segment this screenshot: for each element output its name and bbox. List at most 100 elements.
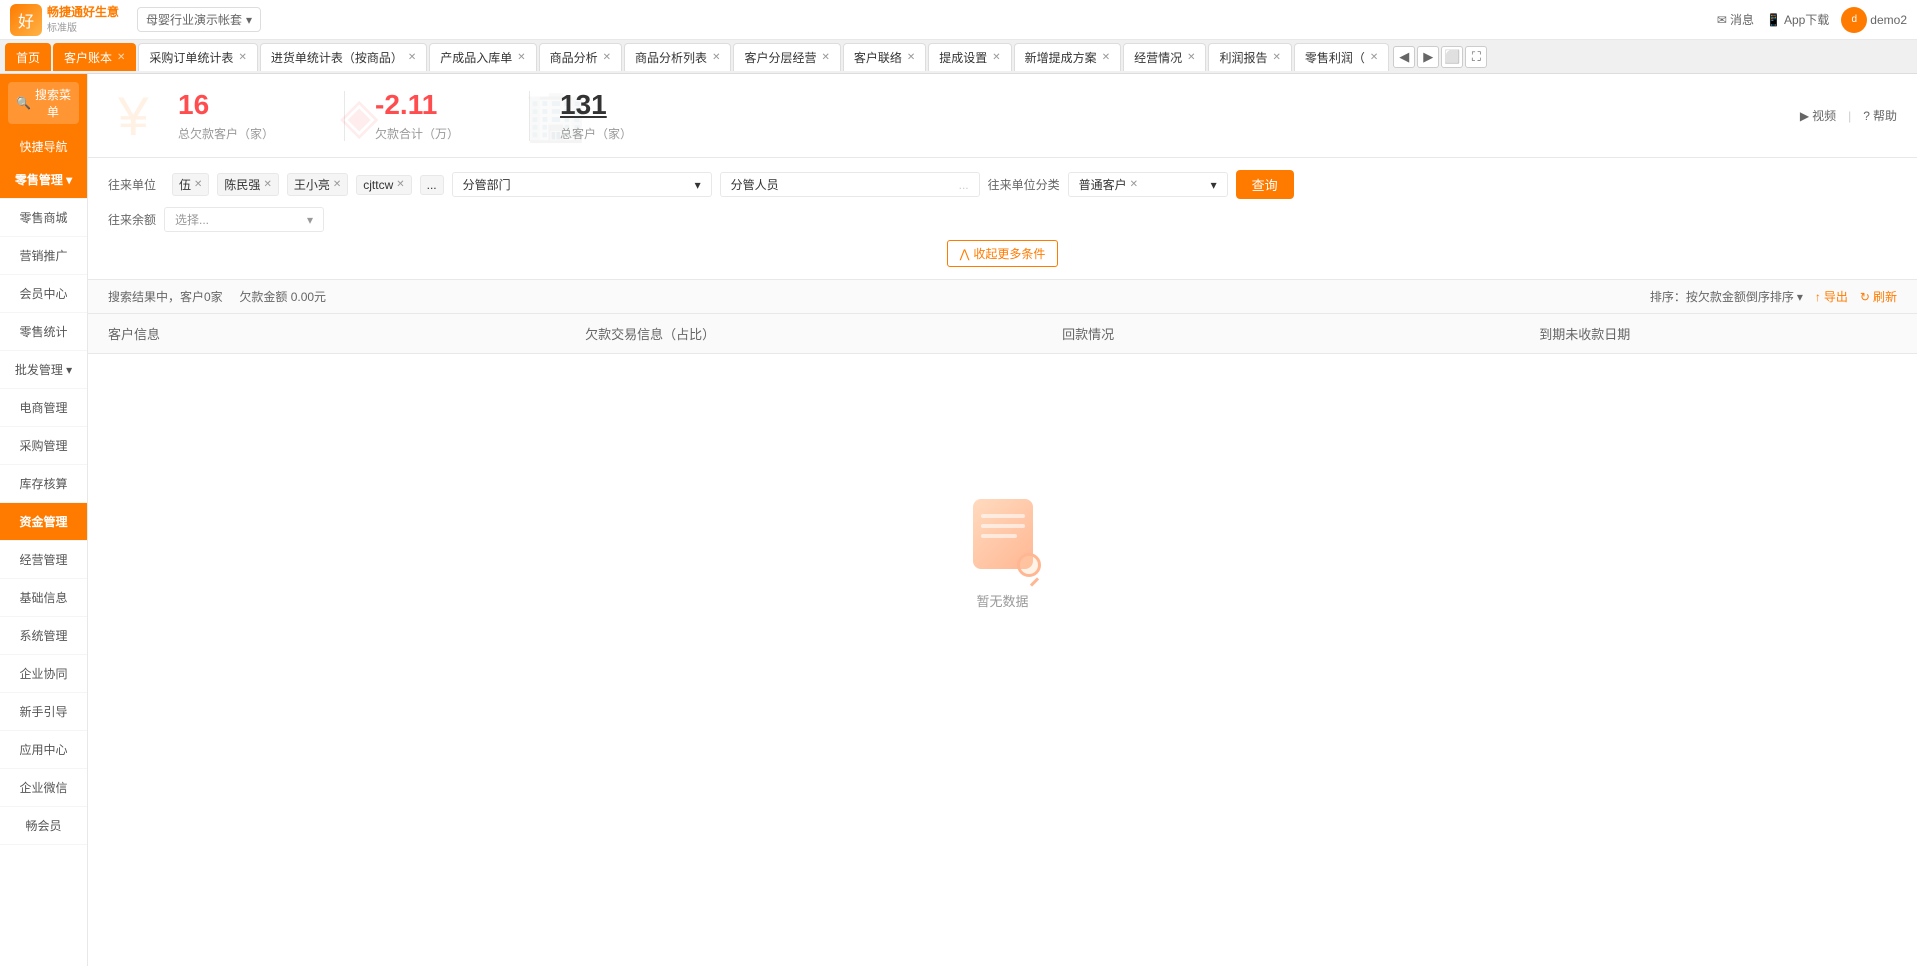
tab-retail-profit[interactable]: 零售利润（ ✕ [1294, 43, 1389, 71]
sidebar-item-retail-mall[interactable]: 零售商城 [0, 199, 87, 237]
store-selector[interactable]: 母婴行业演示帐套 ▾ [137, 7, 261, 32]
sidebar-item-enterprise-collab[interactable]: 企业协同 [0, 655, 87, 693]
sidebar-item-enterprise-wechat[interactable]: 企业微信 [0, 769, 87, 807]
debt-amount-value: -2.11 [375, 89, 437, 121]
sidebar-item-wholesale-mgmt[interactable]: 批发管理 ▾ [0, 351, 87, 389]
tab-inventory-stats-close[interactable]: ✕ [408, 52, 416, 63]
tab-purchase-order[interactable]: 采购订单统计表 ✕ [138, 43, 257, 71]
sidebar-item-basic-info[interactable]: 基础信息 [0, 579, 87, 617]
tab-retail-profit-close[interactable]: ✕ [1370, 52, 1378, 63]
tab-nav-expand[interactable]: ⬜ [1441, 46, 1463, 68]
help-icon: ? [1863, 109, 1870, 123]
filter-tag-chen: 陈民强 ✕ [217, 173, 278, 196]
tab-operations[interactable]: 经营情况 ✕ [1123, 43, 1206, 71]
tab-promotion-settings[interactable]: 提成设置 ✕ [928, 43, 1011, 71]
tab-new-promotion-close[interactable]: ✕ [1102, 52, 1110, 63]
tab-customer-contact[interactable]: 客户联络 ✕ [843, 43, 926, 71]
tab-new-promotion[interactable]: 新增提成方案 ✕ [1014, 43, 1121, 71]
diamond-bg-icon: ◈ [340, 87, 378, 145]
sidebar-item-system-mgmt[interactable]: 系统管理 [0, 617, 87, 655]
logo-area: 好 畅捷通好生意 标准版 [10, 4, 119, 36]
tab-inventory-stats[interactable]: 进货单统计表（按商品） ✕ [260, 43, 427, 71]
quick-nav-btn[interactable]: 快捷导航 [0, 132, 87, 161]
tab-home[interactable]: 首页 [5, 43, 51, 71]
category-selector[interactable]: 普通客户 ✕ ▾ [1068, 172, 1228, 197]
filter-tag-wu-close[interactable]: ✕ [194, 179, 202, 190]
empty-text: 暂无数据 [976, 591, 1028, 610]
tab-customer-tier-close[interactable]: ✕ [821, 52, 829, 63]
sidebar-item-retail-mall-label: 零售商城 [19, 211, 67, 225]
tab-profit-report[interactable]: 利润报告 ✕ [1208, 43, 1291, 71]
sidebar-item-ecommerce-mgmt[interactable]: 电商管理 [0, 389, 87, 427]
dept-chevron-icon: ▾ [695, 178, 701, 192]
query-button[interactable]: 查询 [1236, 170, 1294, 199]
tab-promotion-settings-close[interactable]: ✕ [992, 52, 1000, 63]
message-btn[interactable]: ✉ 消息 [1717, 11, 1754, 28]
tab-nav-next[interactable]: ▶ [1417, 46, 1439, 68]
search-menu-button[interactable]: 🔍 搜索菜单 [8, 82, 79, 124]
tab-fullscreen[interactable]: ⛶ [1465, 46, 1487, 68]
col-customer-info: 客户信息 [108, 324, 585, 343]
quick-nav-label: 快捷导航 [19, 140, 67, 154]
tab-new-promotion-label: 新增提成方案 [1025, 49, 1097, 66]
sort-label: 排序：按欠款金额倒序排序 [1650, 288, 1794, 305]
tab-product-analysis-list-close[interactable]: ✕ [712, 52, 720, 63]
balance-selector[interactable]: 选择... ▾ [164, 207, 324, 232]
sidebar-item-purchase-mgmt[interactable]: 采购管理 [0, 427, 87, 465]
sidebar-item-retail-stats[interactable]: 零售统计 [0, 313, 87, 351]
content-area: ¥ 16 总欠款客户（家） ◈ -2.11 欠款合计（万） 🏢 [88, 74, 1917, 966]
empty-doc-shape [973, 499, 1033, 569]
refresh-label: 刷新 [1873, 288, 1897, 305]
export-label: 导出 [1824, 288, 1848, 305]
filter-tag-wang-close[interactable]: ✕ [333, 179, 341, 190]
sidebar-item-inventory-check[interactable]: 库存核算 [0, 465, 87, 503]
stat-total-customers2: 131 总客户（家） [560, 89, 672, 142]
sidebar-item-retail-mgmt[interactable]: 零售管理 ▾ [0, 161, 87, 199]
filter-tag-cjttcw-close[interactable]: ✕ [396, 179, 404, 190]
tab-customer-account[interactable]: 客户账本 ✕ [53, 43, 136, 71]
tab-nav-prev[interactable]: ◀ [1393, 46, 1415, 68]
collapse-button[interactable]: ⋀ 收起更多条件 [947, 240, 1059, 267]
tab-profit-report-close[interactable]: ✕ [1273, 52, 1281, 63]
stats-right-actions: ▶ 视频 | ? 帮助 [1800, 107, 1897, 124]
tab-product-analysis-close[interactable]: ✕ [603, 52, 611, 63]
tab-customer-contact-close[interactable]: ✕ [907, 52, 915, 63]
sidebar-item-app-center[interactable]: 应用中心 [0, 731, 87, 769]
refresh-btn[interactable]: ↻ 刷新 [1860, 288, 1897, 305]
tab-operations-close[interactable]: ✕ [1187, 52, 1195, 63]
category-tag: 普通客户 ✕ [1079, 176, 1138, 193]
filter-tag-chen-close[interactable]: ✕ [263, 179, 271, 190]
person-selector[interactable]: 分管人员 ... [720, 172, 980, 197]
app-download-btn[interactable]: 📱 App下载 [1766, 11, 1829, 28]
filter-tag-more[interactable]: ... [420, 175, 444, 195]
tab-customer-tier[interactable]: 客户分层经营 ✕ [733, 43, 840, 71]
sidebar-item-capital-mgmt[interactable]: 资金管理 [0, 503, 87, 541]
person-ellipsis: ... [959, 178, 969, 192]
video-icon: ▶ [1800, 109, 1809, 123]
empty-illustration: 暂无数据 [963, 499, 1043, 610]
tab-product-stock[interactable]: 产成品入库单 ✕ [429, 43, 536, 71]
sidebar-item-operations-mgmt[interactable]: 经营管理 [0, 541, 87, 579]
tab-product-stock-close[interactable]: ✕ [517, 52, 525, 63]
logo-icon: 好 [10, 4, 42, 36]
sidebar-item-new-user-guide[interactable]: 新手引导 [0, 693, 87, 731]
sort-btn[interactable]: 排序：按欠款金额倒序排序 ▾ [1650, 288, 1803, 305]
total-customers2-label: 总客户（家） [560, 125, 632, 142]
sidebar-item-member-vip[interactable]: 畅会员 [0, 807, 87, 845]
balance-chevron-icon: ▾ [307, 213, 313, 227]
tab-purchase-order-close[interactable]: ✕ [238, 52, 246, 63]
tab-customer-account-close[interactable]: ✕ [117, 52, 125, 63]
sidebar-item-member-center[interactable]: 会员中心 [0, 275, 87, 313]
dept-selector[interactable]: 分管部门 ▾ [452, 172, 712, 197]
tab-product-analysis[interactable]: 商品分析 ✕ [539, 43, 622, 71]
category-label: 往来单位分类 [988, 176, 1060, 193]
user-avatar-btn[interactable]: d demo2 [1841, 7, 1907, 33]
export-btn[interactable]: ↑ 导出 [1815, 288, 1848, 305]
help-btn[interactable]: ? 帮助 [1863, 107, 1897, 124]
stat-divider-2 [529, 91, 530, 141]
sidebar-item-marketing[interactable]: 营销推广 [0, 237, 87, 275]
category-tag-close[interactable]: ✕ [1130, 179, 1138, 190]
video-btn[interactable]: ▶ 视频 [1800, 107, 1836, 124]
tab-product-analysis-list[interactable]: 商品分析列表 ✕ [624, 43, 731, 71]
category-chevron-icon: ▾ [1211, 178, 1217, 192]
